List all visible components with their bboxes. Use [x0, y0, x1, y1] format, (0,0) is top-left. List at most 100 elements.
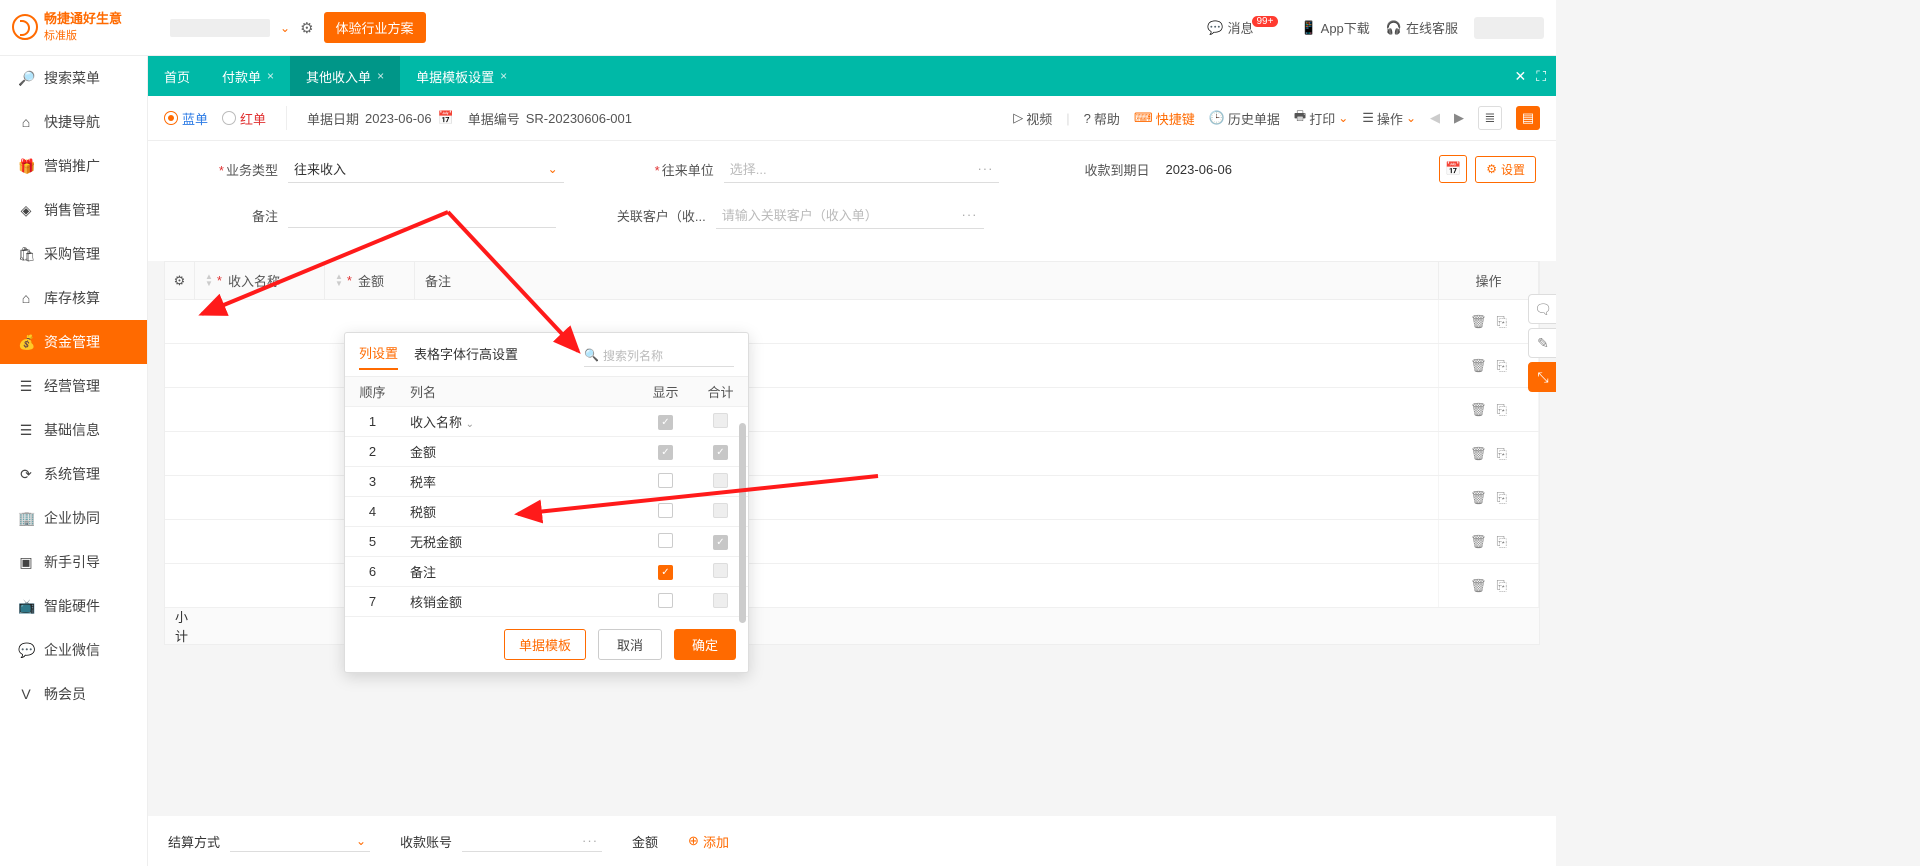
- tab-0[interactable]: 首页: [148, 56, 206, 96]
- user-avatar-placeholder[interactable]: [1474, 17, 1544, 39]
- copy-row-icon[interactable]: ⎘: [1497, 446, 1507, 462]
- layout-mode-2-button[interactable]: ▤: [1516, 106, 1540, 130]
- confirm-button[interactable]: 确定: [674, 629, 736, 660]
- keyboard-icon: ⌨: [1134, 110, 1153, 126]
- operate-action[interactable]: ☰操作⌄: [1362, 109, 1416, 128]
- col-remark-header[interactable]: 备注: [415, 262, 1439, 299]
- tab-1[interactable]: 付款单×: [206, 56, 290, 96]
- sidebar-item-3[interactable]: ◈销售管理: [0, 188, 147, 232]
- sidebar-item-0[interactable]: 🔎搜索菜单: [0, 56, 147, 100]
- delete-row-icon[interactable]: 🗑: [1470, 314, 1487, 330]
- calendar-button[interactable]: 📅: [1439, 155, 1467, 183]
- popover-tab-columns[interactable]: 列设置: [359, 343, 398, 370]
- delete-row-icon[interactable]: 🗑: [1470, 358, 1487, 374]
- sidebar-item-4[interactable]: 🛍采购管理: [0, 232, 147, 276]
- copy-row-icon[interactable]: ⎘: [1497, 314, 1507, 330]
- print-action[interactable]: 🖶打印⌄: [1294, 107, 1348, 129]
- sidebar-item-label: 销售管理: [44, 200, 100, 220]
- sum-checkbox[interactable]: ✓: [713, 445, 728, 460]
- org-settings-gear-icon[interactable]: ⚙: [300, 19, 313, 37]
- show-checkbox[interactable]: [658, 593, 673, 608]
- sum-checkbox[interactable]: [713, 593, 728, 608]
- cancel-button[interactable]: 取消: [598, 629, 662, 660]
- video-action[interactable]: ▷视频: [1013, 109, 1052, 128]
- col-amount-header[interactable]: ▲▼ *金额: [325, 262, 415, 299]
- sidebar-item-7[interactable]: ☰经营管理: [0, 364, 147, 408]
- float-edit-icon[interactable]: ✎: [1528, 328, 1556, 358]
- close-icon[interactable]: ×: [267, 69, 274, 83]
- bill-template-button[interactable]: 单据模板: [504, 629, 586, 660]
- show-checkbox[interactable]: [658, 503, 673, 518]
- grid-settings-gear-icon[interactable]: ⚙: [165, 262, 195, 299]
- account-select[interactable]: ···: [462, 830, 602, 852]
- sidebar-item-label: 企业协同: [44, 508, 100, 528]
- blue-bill-radio[interactable]: 蓝单: [164, 109, 208, 128]
- settlement-select[interactable]: ⌄: [230, 831, 370, 852]
- history-action[interactable]: 🕒历史单据: [1209, 109, 1280, 128]
- delete-row-icon[interactable]: 🗑: [1470, 534, 1487, 550]
- layout-mode-1-button[interactable]: ≣: [1478, 106, 1502, 130]
- tab-3[interactable]: 单据模板设置×: [400, 56, 523, 96]
- show-checkbox[interactable]: ✓: [658, 565, 673, 580]
- remark-input[interactable]: [288, 202, 556, 228]
- float-note-icon[interactable]: 🗨: [1528, 294, 1556, 324]
- sidebar-item-14[interactable]: V畅会员: [0, 672, 147, 716]
- fullscreen-icon[interactable]: ⛶: [1536, 68, 1546, 85]
- app-download-link[interactable]: 📱 App下载: [1300, 18, 1369, 37]
- red-bill-radio[interactable]: 红单: [222, 109, 266, 128]
- col-income-header[interactable]: ▲▼ *收入名称: [195, 262, 325, 299]
- sidebar-item-13[interactable]: 💬企业微信: [0, 628, 147, 672]
- sidebar-item-6[interactable]: 💰资金管理: [0, 320, 147, 364]
- close-icon[interactable]: ×: [500, 69, 507, 83]
- close-icon[interactable]: ×: [377, 69, 384, 83]
- related-customer-input[interactable]: 请输入关联客户（收入单） ···: [716, 201, 984, 229]
- float-expand-icon[interactable]: ⤡: [1528, 362, 1556, 392]
- messages-link[interactable]: 💬 消息 99+: [1207, 18, 1284, 37]
- sidebar-item-1[interactable]: ⌂快捷导航: [0, 100, 147, 144]
- popover-scrollbar[interactable]: [739, 423, 746, 623]
- menu-icon: ☰: [1362, 110, 1374, 126]
- delete-row-icon[interactable]: 🗑: [1470, 402, 1487, 418]
- sidebar-item-11[interactable]: ▣新手引导: [0, 540, 147, 584]
- copy-row-icon[interactable]: ⎘: [1497, 358, 1507, 374]
- sidebar-item-2[interactable]: 🎁营销推广: [0, 144, 147, 188]
- tab-2[interactable]: 其他收入单×: [290, 56, 400, 96]
- sum-checkbox[interactable]: [713, 563, 728, 578]
- sidebar-item-9[interactable]: ⟳系统管理: [0, 452, 147, 496]
- copy-row-icon[interactable]: ⎘: [1497, 402, 1507, 418]
- delete-row-icon[interactable]: 🗑: [1470, 578, 1487, 594]
- popover-search-input[interactable]: 🔍 搜索列名称: [584, 347, 734, 367]
- help-action[interactable]: ?帮助: [1084, 109, 1120, 128]
- sidebar-item-5[interactable]: ⌂库存核算: [0, 276, 147, 320]
- copy-row-icon[interactable]: ⎘: [1497, 534, 1507, 550]
- popover-column-row: 2 金额 ✓ ✓: [345, 437, 748, 467]
- form-settings-button[interactable]: ⚙ 设置: [1475, 156, 1536, 183]
- sidebar-item-8[interactable]: ☰基础信息: [0, 408, 147, 452]
- sidebar-item-10[interactable]: 🏢企业协同: [0, 496, 147, 540]
- show-checkbox[interactable]: ✓: [658, 445, 673, 460]
- org-dropdown-caret-icon[interactable]: ⌄: [280, 21, 290, 35]
- show-checkbox[interactable]: ✓: [658, 415, 673, 430]
- biz-type-select[interactable]: 往来收入 ⌄: [288, 155, 564, 183]
- sum-checkbox[interactable]: [713, 473, 728, 488]
- sum-checkbox[interactable]: [713, 413, 728, 428]
- shortcut-action[interactable]: ⌨快捷键: [1134, 109, 1195, 128]
- online-service-link[interactable]: 🎧 在线客服: [1386, 18, 1458, 37]
- show-checkbox[interactable]: [658, 533, 673, 548]
- popover-tab-font[interactable]: 表格字体行高设置: [414, 344, 518, 369]
- show-checkbox[interactable]: [658, 473, 673, 488]
- delete-row-icon[interactable]: 🗑: [1470, 490, 1487, 506]
- delete-row-icon[interactable]: 🗑: [1470, 446, 1487, 462]
- add-settlement-button[interactable]: ⊕ 添加: [688, 832, 729, 851]
- sum-checkbox[interactable]: ✓: [713, 535, 728, 550]
- copy-row-icon[interactable]: ⎘: [1497, 490, 1507, 506]
- sum-checkbox[interactable]: [713, 503, 728, 518]
- sidebar-item-12[interactable]: 📺智能硬件: [0, 584, 147, 628]
- calendar-icon[interactable]: 📅: [438, 110, 454, 126]
- try-industry-button[interactable]: 体验行业方案: [324, 12, 426, 43]
- close-tab-icon[interactable]: ✕: [1514, 68, 1526, 85]
- prev-page-icon[interactable]: ◀: [1430, 110, 1440, 126]
- next-page-icon[interactable]: ▶: [1454, 110, 1464, 126]
- partner-select[interactable]: 选择... ···: [724, 155, 1000, 183]
- copy-row-icon[interactable]: ⎘: [1497, 578, 1507, 594]
